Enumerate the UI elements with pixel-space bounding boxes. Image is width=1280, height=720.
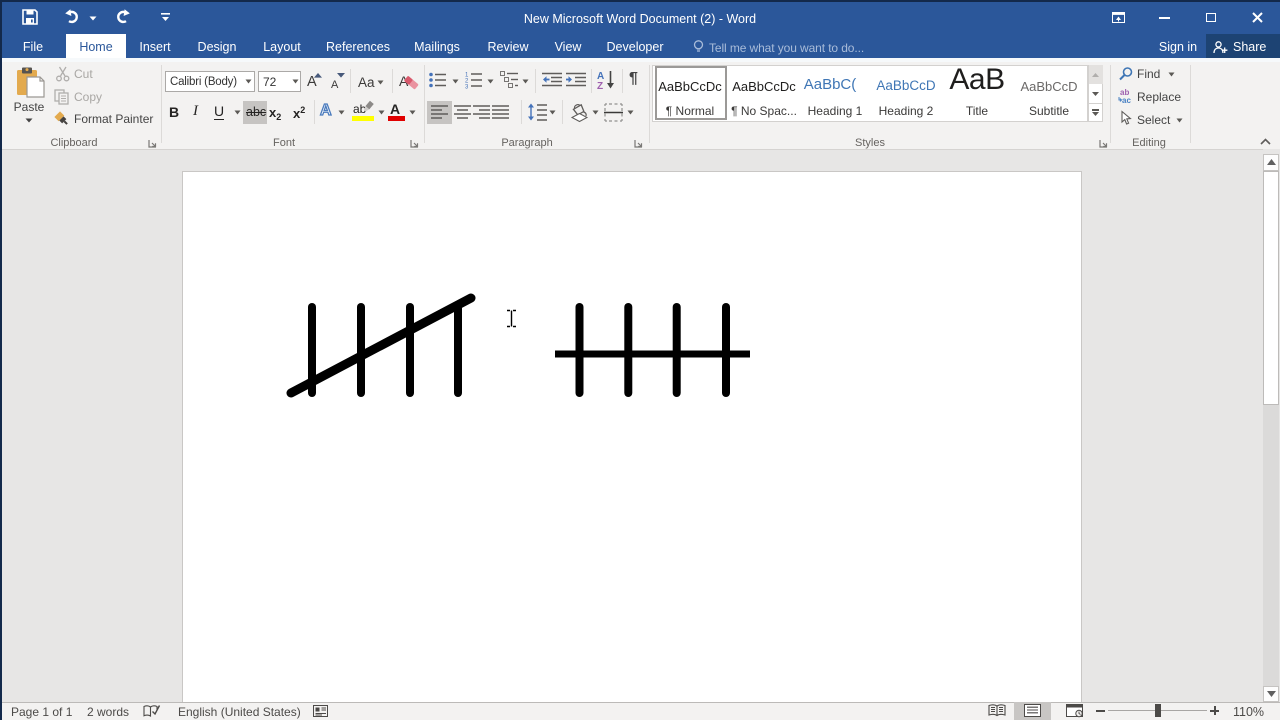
svg-text:ac: ac — [1122, 96, 1131, 105]
svg-text:Z: Z — [597, 81, 603, 92]
